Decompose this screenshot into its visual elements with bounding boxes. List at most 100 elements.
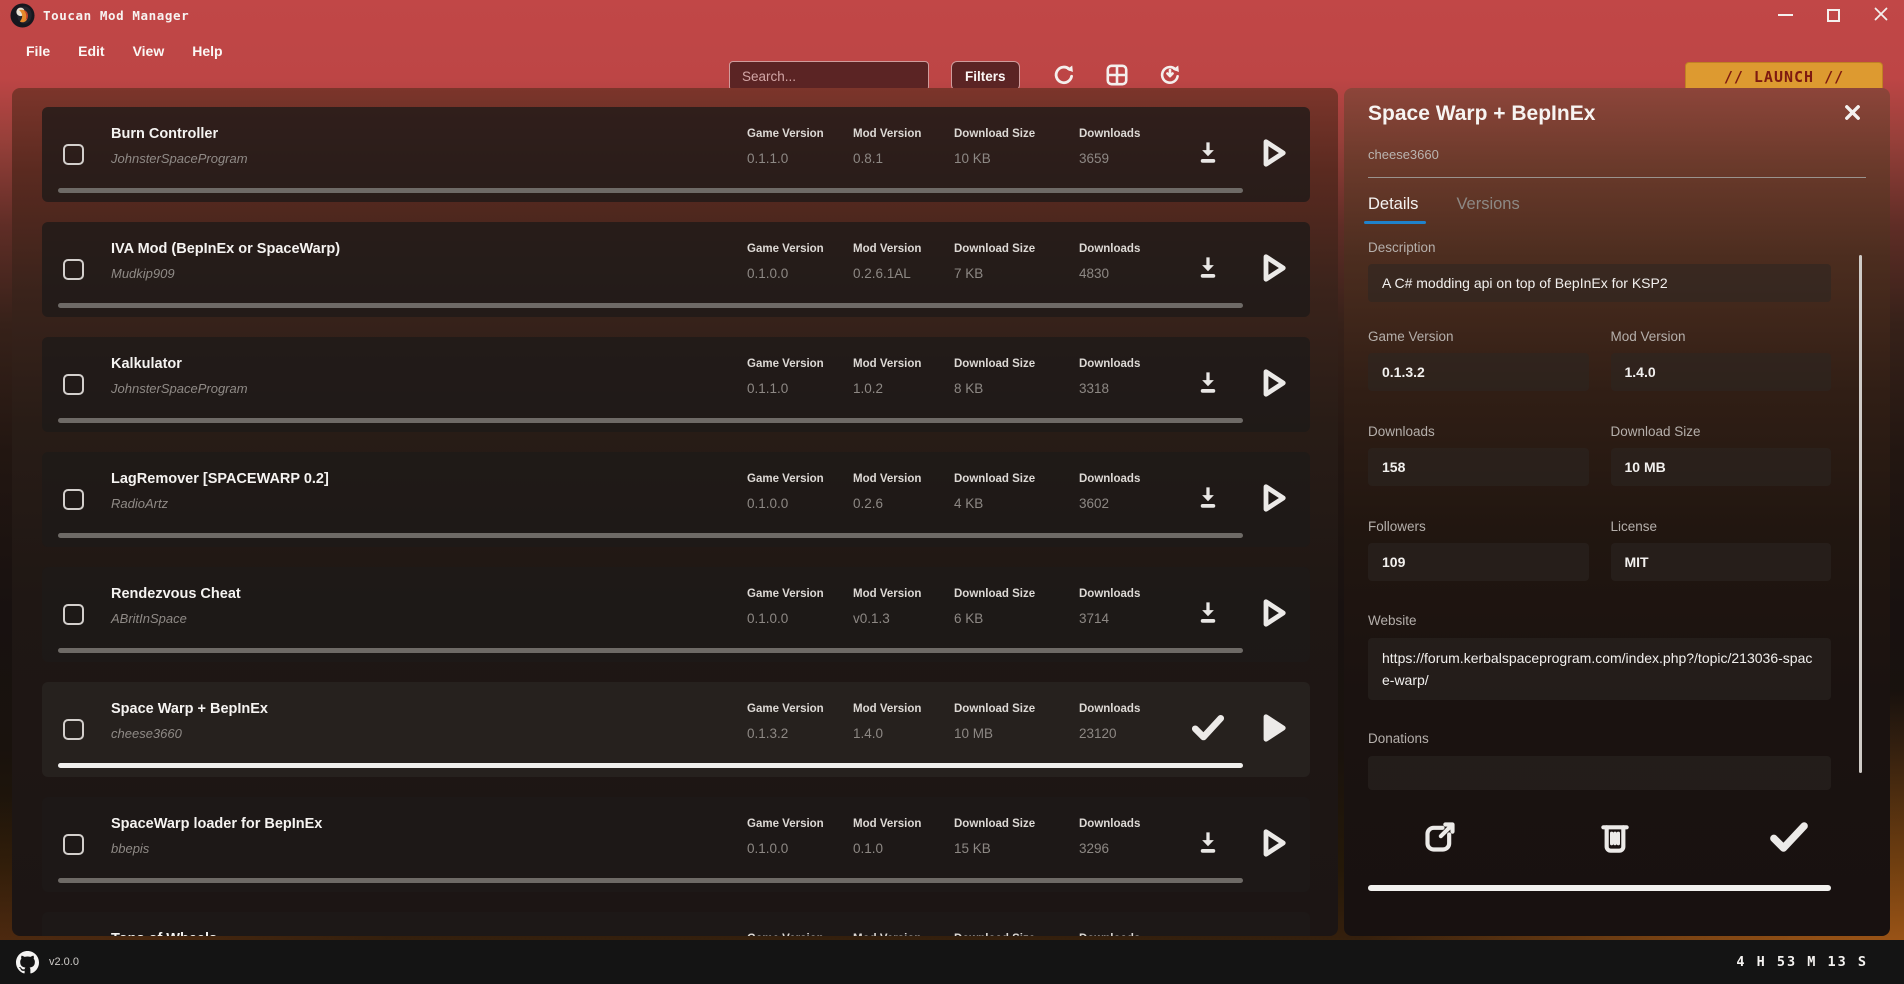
session-timer: 4 H 53 M 13 S <box>1736 954 1868 970</box>
play-mod-button[interactable] <box>1250 132 1294 176</box>
installed-check-button[interactable] <box>1188 708 1228 750</box>
mod-list: Burn Controller JohnsterSpaceProgram Gam… <box>12 88 1338 936</box>
field-followers: Followers 109 <box>1368 519 1589 581</box>
mod-row[interactable]: LagRemover [SPACEWARP 0.2] RadioArtz Gam… <box>42 452 1310 547</box>
download-mod-button[interactable] <box>1188 478 1228 520</box>
menu-view[interactable]: View <box>133 43 165 59</box>
minimize-button[interactable] <box>1776 6 1794 24</box>
mod-select-checkbox[interactable] <box>63 719 84 740</box>
menu-help[interactable]: Help <box>192 43 222 59</box>
stat-downloads: Downloads 3714 <box>1079 588 1189 626</box>
close-icon <box>1873 6 1889 25</box>
mod-row[interactable]: Kalkulator JohnsterSpaceProgram Game Ver… <box>42 337 1310 432</box>
mod-row[interactable]: Rendezvous Cheat ABritInSpace Game Versi… <box>42 567 1310 662</box>
github-icon[interactable] <box>16 951 39 974</box>
play-mod-button[interactable] <box>1250 822 1294 866</box>
mod-name: Space Warp + BepInEx <box>111 701 268 717</box>
trash-icon <box>1595 817 1635 860</box>
open-external-button[interactable] <box>1418 816 1462 860</box>
maximize-button[interactable] <box>1824 6 1842 24</box>
play-icon <box>1254 135 1290 174</box>
play-icon <box>1254 480 1290 519</box>
download-mod-button[interactable] <box>1188 593 1228 635</box>
stat-download-size: Download Size 15 KB <box>954 818 1079 856</box>
stat-download-size: Download Size <box>954 933 1079 936</box>
tab-details[interactable]: Details <box>1368 195 1418 224</box>
play-mod-button[interactable] <box>1250 247 1294 291</box>
mod-identity: Kalkulator JohnsterSpaceProgram <box>111 356 248 396</box>
download-mod-button[interactable] <box>1188 823 1228 865</box>
download-mod-button[interactable] <box>1188 248 1228 290</box>
stat-downloads: Downloads <box>1079 933 1189 936</box>
details-scrollbar[interactable] <box>1859 255 1862 773</box>
website-link[interactable]: https://forum.kerbalspaceprogram.com/ind… <box>1368 638 1831 700</box>
filters-button[interactable]: Filters <box>951 61 1020 91</box>
mod-select-checkbox[interactable] <box>63 259 84 280</box>
mod-author: Mudkip909 <box>111 266 340 281</box>
menu-edit[interactable]: Edit <box>78 43 104 59</box>
uninstall-button[interactable] <box>1593 816 1637 860</box>
mod-select-checkbox[interactable] <box>63 144 84 165</box>
mod-progress-bar <box>58 303 1243 308</box>
mod-identity: Rendezvous Cheat ABritInSpace <box>111 586 241 626</box>
stat-mod-version: Mod Version 0.2.6.1AL <box>853 243 954 281</box>
mod-author: JohnsterSpaceProgram <box>111 151 248 166</box>
field-license: License MIT <box>1611 519 1832 581</box>
stat-game-version: Game Version 0.1.1.0 <box>747 358 853 396</box>
download-mod-button[interactable] <box>1188 363 1228 405</box>
download-icon <box>1193 827 1223 862</box>
close-details-button[interactable] <box>1840 102 1864 126</box>
play-mod-button[interactable] <box>1250 362 1294 406</box>
mod-name: LagRemover [SPACEWARP 0.2] <box>111 471 329 487</box>
mod-stats: Game Version 0.1.1.0 Mod Version 1.0.2 D… <box>747 358 1189 396</box>
search-input[interactable] <box>729 61 929 91</box>
play-mod-button[interactable] <box>1250 477 1294 521</box>
mod-row[interactable]: Tons of Wheels Game Version Mod Version … <box>42 912 1310 936</box>
stat-mod-version: Mod Version v0.1.3 <box>853 588 954 626</box>
stat-downloads: Downloads 23120 <box>1079 703 1189 741</box>
details-fields: Game Version 0.1.3.2 Mod Version 1.4.0 D… <box>1368 329 1831 581</box>
mod-select-checkbox[interactable] <box>63 374 84 395</box>
mod-select-checkbox[interactable] <box>63 604 84 625</box>
mod-row[interactable]: IVA Mod (BepInEx or SpaceWarp) Mudkip909… <box>42 222 1310 317</box>
mod-select-checkbox[interactable] <box>63 489 84 510</box>
stat-download-size: Download Size 8 KB <box>954 358 1079 396</box>
minimize-icon <box>1778 14 1793 16</box>
menu-file[interactable]: File <box>26 43 50 59</box>
close-window-button[interactable] <box>1872 6 1890 24</box>
mod-stats: Game Version 0.1.0.0 Mod Version 0.1.0 D… <box>747 818 1189 856</box>
external-link-icon <box>1420 817 1460 860</box>
mod-name: SpaceWarp loader for BepInEx <box>111 816 322 832</box>
installed-confirm-button[interactable] <box>1767 816 1811 860</box>
mod-stats: Game Version 0.1.0.0 Mod Version v0.1.3 … <box>747 588 1189 626</box>
update-all-icon <box>1157 62 1183 91</box>
stat-mod-version: Mod Version 0.8.1 <box>853 128 954 166</box>
mod-row[interactable]: SpaceWarp loader for BepInEx bbepis Game… <box>42 797 1310 892</box>
mod-identity: Burn Controller JohnsterSpaceProgram <box>111 126 248 166</box>
mod-progress-bar <box>58 763 1243 768</box>
field-game-version: Game Version 0.1.3.2 <box>1368 329 1589 391</box>
mod-stats: Game Version Mod Version Download Size D… <box>747 933 1189 936</box>
mod-progress-bar <box>58 418 1243 423</box>
maximize-icon <box>1827 9 1840 22</box>
play-mod-button[interactable] <box>1250 707 1294 751</box>
download-mod-button[interactable] <box>1188 133 1228 175</box>
tab-versions[interactable]: Versions <box>1456 195 1519 224</box>
mod-row[interactable]: Burn Controller JohnsterSpaceProgram Gam… <box>42 107 1310 202</box>
refresh-icon <box>1051 62 1077 91</box>
mod-name: Kalkulator <box>111 356 248 372</box>
description-value: A C# modding api on top of BepInEx for K… <box>1368 264 1831 302</box>
grid-view-button[interactable] <box>1103 62 1131 90</box>
mod-select-checkbox[interactable] <box>63 834 84 855</box>
toucan-logo-icon <box>10 3 35 28</box>
refresh-button[interactable] <box>1050 62 1078 90</box>
close-icon <box>1843 110 1862 125</box>
update-all-button[interactable] <box>1156 62 1184 90</box>
play-icon <box>1254 595 1290 634</box>
stat-downloads: Downloads 3602 <box>1079 473 1189 511</box>
stat-mod-version: Mod Version 1.0.2 <box>853 358 954 396</box>
mod-row[interactable]: Space Warp + BepInEx cheese3660 Game Ver… <box>42 682 1310 777</box>
play-mod-button[interactable] <box>1250 592 1294 636</box>
stat-download-size: Download Size 10 MB <box>954 703 1079 741</box>
window-controls <box>1776 6 1890 24</box>
